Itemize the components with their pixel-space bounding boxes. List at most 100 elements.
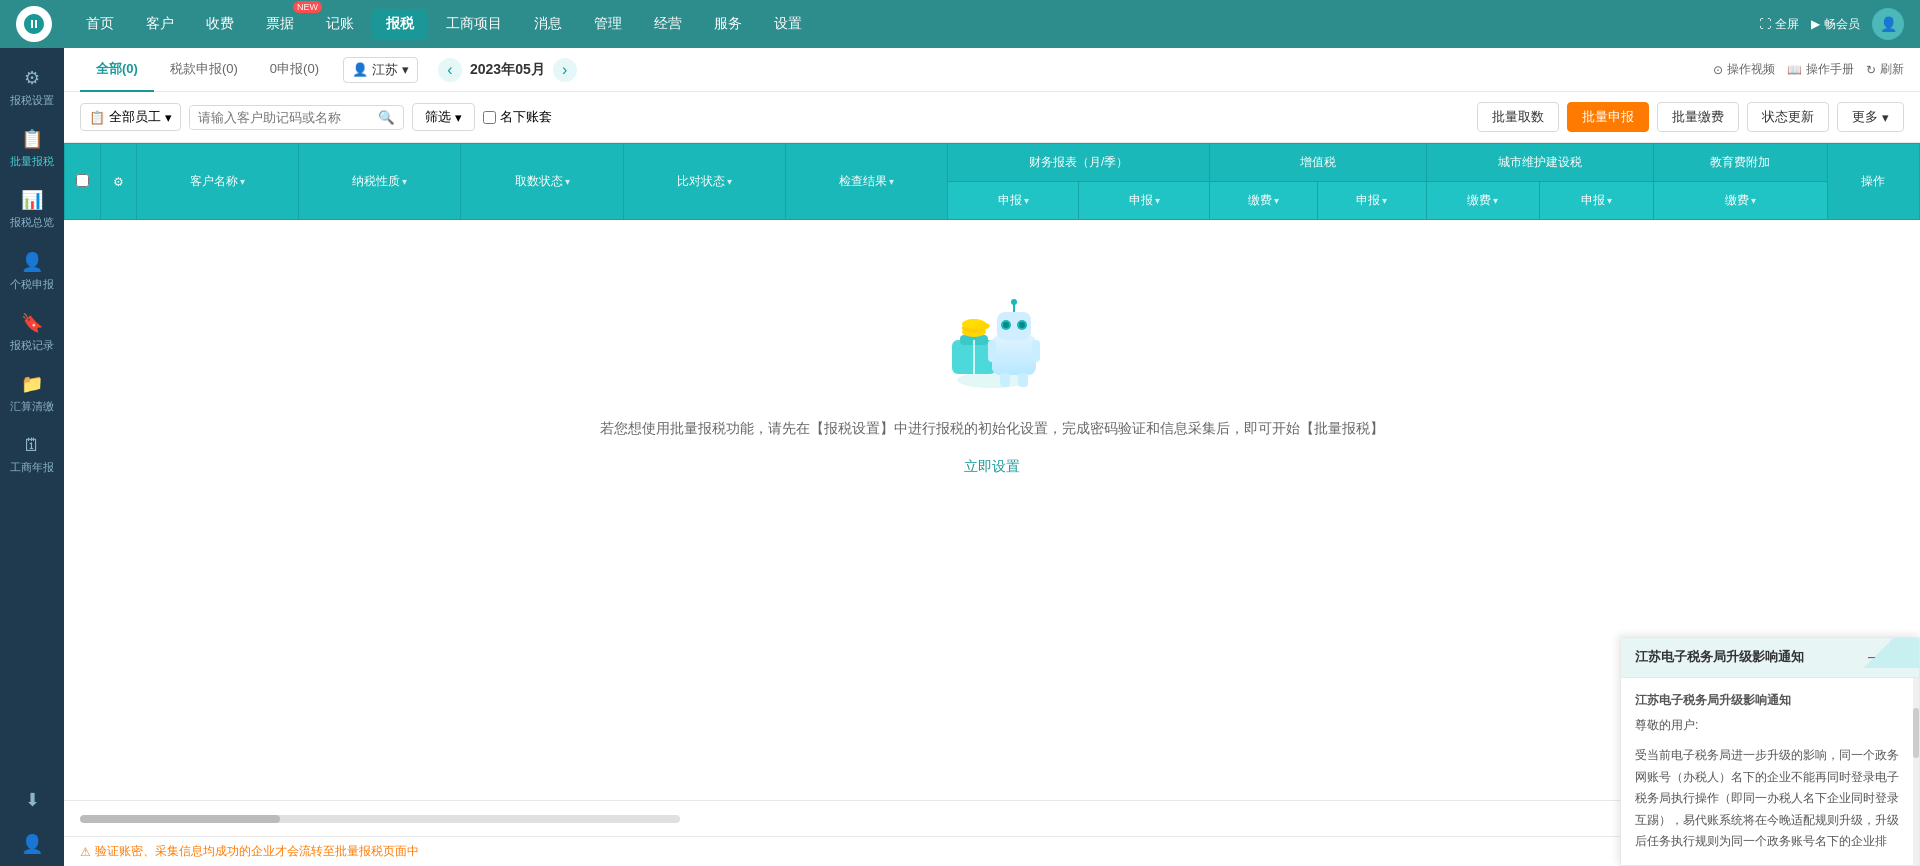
svg-rect-18	[1032, 340, 1040, 362]
th-vat-pay: 缴费 ▾	[1210, 182, 1318, 220]
tab-tax-declaration[interactable]: 税款申报(0)	[154, 48, 254, 92]
search-input[interactable]	[190, 106, 370, 129]
th-education-tax: 教育费附加	[1654, 144, 1827, 182]
nav-manage[interactable]: 管理	[580, 9, 636, 39]
sidebar-label-tax-overview: 报税总览	[10, 216, 54, 229]
next-month-button[interactable]: ›	[553, 58, 577, 82]
sidebar-item-download[interactable]: ⬇	[0, 778, 64, 822]
tax-records-icon: 🔖	[20, 311, 44, 335]
sidebar-item-tax-records[interactable]: 🔖 报税记录	[0, 301, 64, 362]
nav-message[interactable]: 消息	[520, 9, 576, 39]
sidebar-label-tax-settings: 报税设置	[10, 94, 54, 107]
sub-account-checkbox[interactable]	[483, 111, 496, 124]
th-edu-pay: 缴费 ▾	[1654, 182, 1827, 220]
download-icon: ⬇	[20, 788, 44, 812]
sidebar-item-tax-overview[interactable]: 📊 报税总览	[0, 178, 64, 239]
notification-scrollbar-thumb	[1913, 708, 1919, 758]
chevron-down-icon: ▾	[402, 62, 409, 77]
notification-decoration	[1839, 638, 1919, 668]
sidebar-item-user[interactable]: 👤	[0, 822, 64, 866]
top-right-controls: ⊙ 操作视频 📖 操作手册 ↻ 刷新	[1713, 61, 1904, 78]
nav-biz[interactable]: 工商项目	[432, 9, 516, 39]
settlement-icon: 📁	[20, 372, 44, 396]
empty-state-row: 若您想使用批量报税功能，请先在【报税设置】中进行报税的初始化设置，完成密码验证和…	[65, 220, 1920, 537]
video-icon: ⊙	[1713, 63, 1723, 77]
employee-select-icon: 📋	[89, 110, 105, 125]
nav-invoice[interactable]: 票据 NEW	[252, 9, 308, 39]
filter-icon: ▾	[1274, 195, 1279, 206]
tabs-and-month-bar: 全部(0) 税款申报(0) 0申报(0) 👤 江苏 ▾ ‹ 2023年05月 ›…	[64, 48, 1920, 92]
column-settings-icon[interactable]: ⚙	[113, 175, 124, 189]
sidebar-item-personal-tax[interactable]: 👤 个税申报	[0, 240, 64, 301]
batch-pay-btn[interactable]: 批量缴费	[1657, 102, 1739, 132]
refresh-btn[interactable]: ↻ 刷新	[1866, 61, 1904, 78]
nav-items: 首页 客户 收费 票据 NEW 记账 报税 工商项目 消息 管理 经营 服务 设…	[72, 9, 1759, 39]
filter-icon: ▾	[727, 176, 732, 187]
nav-fee[interactable]: 收费	[192, 9, 248, 39]
nav-home[interactable]: 首页	[72, 9, 128, 39]
filter-button[interactable]: 筛选 ▾	[412, 103, 475, 131]
svg-point-14	[1019, 322, 1025, 328]
prev-month-button[interactable]: ‹	[438, 58, 462, 82]
nav-service[interactable]: 服务	[700, 9, 756, 39]
more-btn[interactable]: 更多 ▾	[1837, 102, 1904, 132]
batch-declare-btn[interactable]: 批量申报	[1567, 102, 1649, 132]
tax-overview-icon: 📊	[20, 188, 44, 212]
th-city-declare: 申报 ▾	[1318, 182, 1426, 220]
member-btn[interactable]: ▶ 畅会员	[1811, 16, 1860, 33]
search-button[interactable]: 🔍	[370, 106, 403, 129]
toolbar-buttons: 批量取数 批量申报 批量缴费 状态更新 更多 ▾	[1477, 102, 1904, 132]
toolbar: 📋 全部员工 ▾ 🔍 筛选 ▾ 名下账套 批量取数 批量申报 批量缴费 状态更新	[64, 92, 1920, 143]
svg-rect-19	[1000, 373, 1010, 387]
video-tutorial-btn[interactable]: ⊙ 操作视频	[1713, 61, 1775, 78]
sidebar-item-settlement[interactable]: 📁 汇算清缴	[0, 362, 64, 423]
avatar[interactable]: 👤	[1872, 8, 1904, 40]
employee-select[interactable]: 📋 全部员工 ▾	[80, 103, 181, 131]
book-icon: 📖	[1787, 63, 1802, 77]
svg-rect-17	[988, 340, 996, 362]
th-vat: 增值税	[1210, 144, 1426, 182]
nav-bookkeeping[interactable]: 记账	[312, 9, 368, 39]
tab-all[interactable]: 全部(0)	[80, 48, 154, 92]
province-icon: 👤	[352, 62, 368, 77]
batch-tax-icon: 📋	[20, 127, 44, 151]
setup-link[interactable]: 立即设置	[964, 458, 1020, 476]
more-chevron-icon: ▾	[1882, 110, 1889, 125]
fullscreen-btn[interactable]: ⛶ 全屏	[1759, 16, 1799, 33]
logo[interactable]	[16, 6, 52, 42]
filter-icon: ▾	[1751, 195, 1756, 206]
search-box: 🔍	[189, 105, 404, 130]
province-selector[interactable]: 👤 江苏 ▾	[343, 57, 418, 83]
th-fetch-status: 取数状态 ▾	[461, 144, 623, 220]
filter-icon: ▾	[565, 176, 570, 187]
select-all-checkbox[interactable]	[76, 174, 89, 187]
nav-customer[interactable]: 客户	[132, 9, 188, 39]
sidebar-item-batch-tax[interactable]: 📋 批量报税	[0, 117, 64, 178]
th-edu-declare: 申报 ▾	[1540, 182, 1654, 220]
status-update-btn[interactable]: 状态更新	[1747, 102, 1829, 132]
horizontal-scrollbar[interactable]	[80, 815, 680, 823]
nav-settings[interactable]: 设置	[760, 9, 816, 39]
top-nav: 首页 客户 收费 票据 NEW 记账 报税 工商项目 消息 管理 经营 服务 设…	[0, 0, 1920, 48]
tab-zero-declaration[interactable]: 0申报(0)	[254, 48, 335, 92]
notification-salutation: 尊敬的用户:	[1635, 715, 1899, 737]
th-tax-type: 纳税性质 ▾	[299, 144, 461, 220]
scrollbar-thumb[interactable]	[80, 815, 280, 823]
sidebar-label-settlement: 汇算清缴	[10, 400, 54, 413]
nav-tax[interactable]: 报税	[372, 9, 428, 39]
batch-fetch-btn[interactable]: 批量取数	[1477, 102, 1559, 132]
th-customer-name: 客户名称 ▾	[137, 144, 299, 220]
th-settings: ⚙	[101, 144, 137, 220]
sub-account-checkbox-label: 名下账套	[483, 108, 552, 126]
notification-scrollbar[interactable]	[1913, 678, 1919, 865]
sidebar-item-tax-settings[interactable]: ⚙ 报税设置	[0, 56, 64, 117]
personal-tax-icon: 👤	[20, 250, 44, 274]
annual-report-icon: 🗓	[20, 433, 44, 457]
sidebar-label-tax-records: 报税记录	[10, 339, 54, 352]
warning-icon: ⚠	[80, 845, 91, 859]
manual-btn[interactable]: 📖 操作手册	[1787, 61, 1854, 78]
filter-icon: ▾	[1382, 195, 1387, 206]
sidebar-bottom-area: ⬇ 👤	[0, 778, 64, 866]
sidebar-item-annual-report[interactable]: 🗓 工商年报	[0, 423, 64, 484]
nav-operation[interactable]: 经营	[640, 9, 696, 39]
